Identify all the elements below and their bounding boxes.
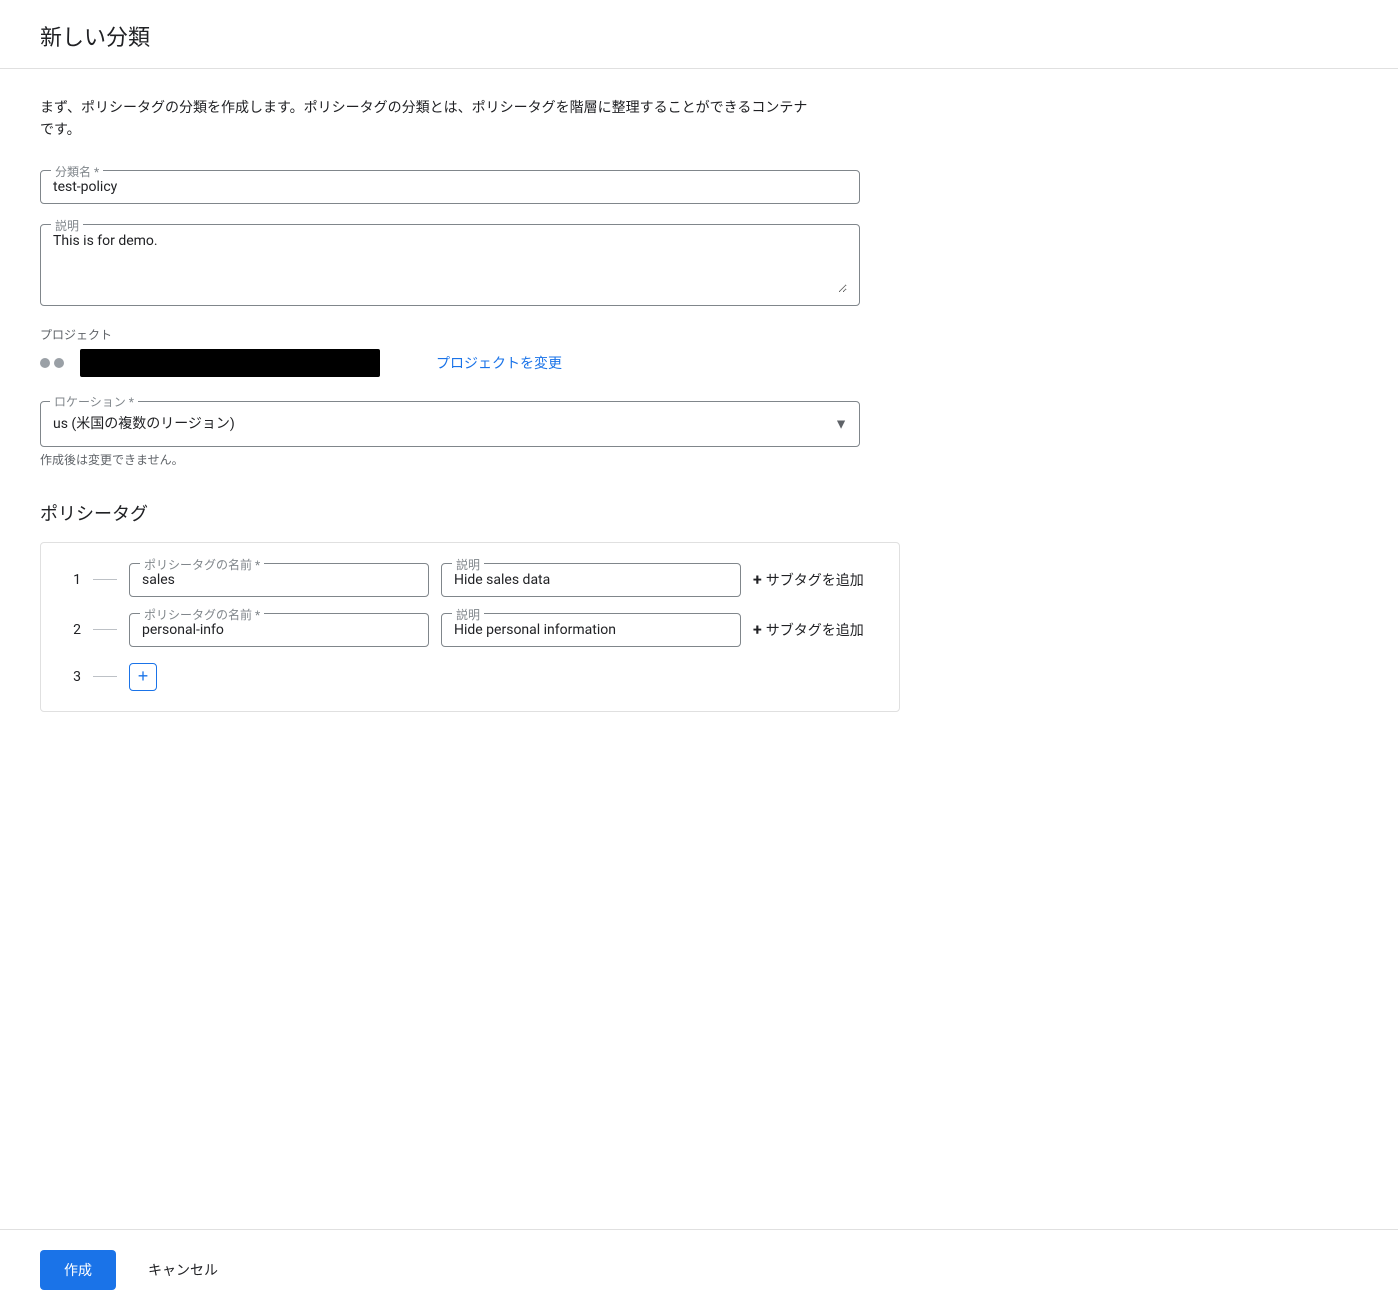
tag-desc-container-1: 説明 [441, 563, 741, 597]
tag-number-2: 2 [61, 622, 81, 638]
tag-line-2 [93, 629, 117, 630]
project-label: プロジェクト [40, 326, 900, 343]
location-field-group: ロケーション * us (米国の複数のリージョン) eu (欧州連合) asia… [40, 401, 900, 468]
add-tag-row: 3 + [61, 663, 879, 691]
tag-desc-container-2: 説明 [441, 613, 741, 647]
project-row: プロジェクトを変更 [40, 349, 900, 377]
taxonomy-name-input[interactable] [53, 179, 847, 195]
tag-line-3 [93, 676, 117, 677]
tag-row-2: 2 ポリシータグの名前 * 説明 + サブタグを追加 [61, 613, 879, 647]
plus-icon-1: + [753, 570, 762, 589]
plus-icon-2: + [753, 620, 762, 639]
location-label: ロケーション * [50, 393, 138, 410]
tag-row-1: 1 ポリシータグの名前 * 説明 + サブタグを追加 [61, 563, 879, 597]
change-project-link[interactable]: プロジェクトを変更 [436, 353, 562, 373]
tag-name-input-2[interactable] [142, 622, 416, 638]
tag-desc-input-2[interactable] [454, 622, 728, 638]
description-input[interactable]: This is for demo. [53, 233, 847, 293]
add-tag-number: 3 [61, 669, 81, 685]
footer-bar: 作成 キャンセル [0, 1229, 1398, 1310]
description-label: 説明 [51, 217, 83, 234]
tag-name-container-1: ポリシータグの名前 * [129, 563, 429, 597]
description-container: 説明 This is for demo. [40, 224, 860, 306]
form-section: 分類名 * 説明 This is for demo. プロジェクト [40, 170, 900, 712]
tag-line-1 [93, 579, 117, 580]
location-helper-text: 作成後は変更できません。 [40, 451, 900, 468]
tag-name-input-1[interactable] [142, 572, 416, 588]
add-subtag-label-2: サブタグを追加 [766, 620, 864, 640]
dot-2 [54, 358, 64, 368]
taxonomy-name-label: 分類名 * [51, 163, 103, 180]
project-name-redacted [80, 349, 380, 377]
policy-tags-section: ポリシータグ 1 ポリシータグの名前 * 説明 [40, 500, 900, 712]
page-title: 新しい分類 [40, 20, 1358, 52]
add-subtag-button-2[interactable]: + サブタグを追加 [753, 620, 864, 640]
description-text: まず、ポリシータグの分類を作成します。ポリシータグの分類とは、ポリシータグを階層… [40, 97, 820, 142]
tag-desc-label-2: 説明 [452, 606, 484, 623]
cancel-button[interactable]: キャンセル [140, 1250, 226, 1290]
page-container: 新しい分類 まず、ポリシータグの分類を作成します。ポリシータグの分類とは、ポリシ… [0, 0, 1398, 1310]
tag-name-label-2: ポリシータグの名前 * [140, 606, 264, 623]
dot-1 [40, 358, 50, 368]
tag-desc-label-1: 説明 [452, 556, 484, 573]
taxonomy-name-container: 分類名 * [40, 170, 860, 204]
header-bar: 新しい分類 [0, 0, 1398, 69]
add-subtag-button-1[interactable]: + サブタグを追加 [753, 570, 864, 590]
project-section: プロジェクト プロジェクトを変更 [40, 326, 900, 377]
add-subtag-label-1: サブタグを追加 [766, 570, 864, 590]
add-tag-button[interactable]: + [129, 663, 157, 691]
policy-tags-title: ポリシータグ [40, 500, 900, 526]
taxonomy-name-field-group: 分類名 * [40, 170, 900, 204]
tag-name-container-2: ポリシータグの名前 * [129, 613, 429, 647]
tag-desc-input-1[interactable] [454, 572, 728, 588]
content-area: まず、ポリシータグの分類を作成します。ポリシータグの分類とは、ポリシータグを階層… [0, 69, 1398, 1229]
description-field-group: 説明 This is for demo. [40, 224, 900, 306]
tags-container: 1 ポリシータグの名前 * 説明 + サブタグを追加 [40, 542, 900, 712]
tag-name-label-1: ポリシータグの名前 * [140, 556, 264, 573]
create-button[interactable]: 作成 [40, 1250, 116, 1290]
tag-number-1: 1 [61, 572, 81, 588]
location-select-container: ロケーション * us (米国の複数のリージョン) eu (欧州連合) asia… [40, 401, 860, 447]
project-dots [40, 358, 64, 368]
location-select[interactable]: us (米国の複数のリージョン) eu (欧州連合) asia-northeas… [40, 401, 860, 447]
